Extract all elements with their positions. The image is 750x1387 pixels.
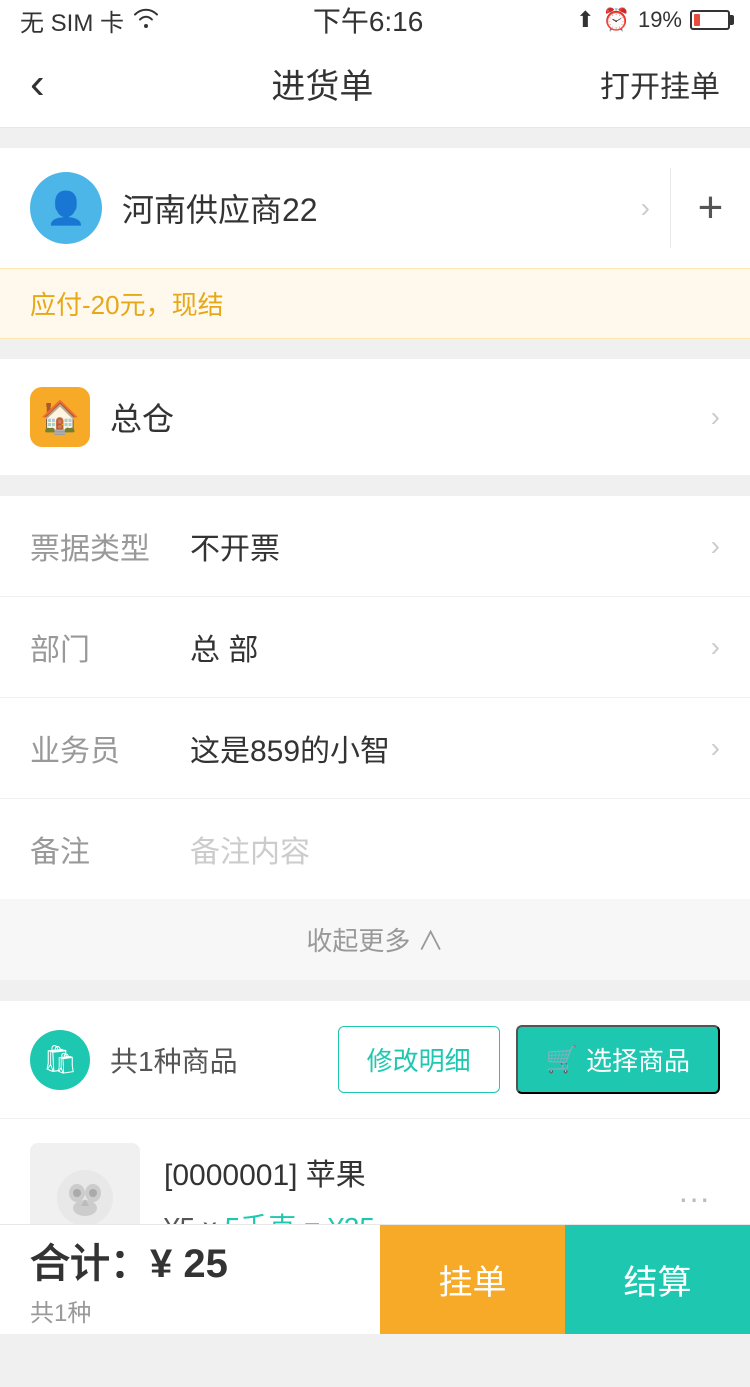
supplier-icon: 👤 <box>46 189 86 227</box>
status-bar: 无 SIM 卡 下午6:16 ⬆ ⏰ 19% <box>0 0 750 40</box>
warehouse-name: 总仓 <box>110 394 711 440</box>
section-gap-1 <box>0 128 750 148</box>
total-count: 共1种 <box>30 1293 350 1328</box>
product-header: 🛍 共1种商品 修改明细 🛒 选择商品 <box>0 1000 750 1118</box>
warehouse-icon: 🏠 <box>30 387 90 447</box>
supplier-section: 👤 河南供应商22 › + 应付-20元，现结 <box>0 148 750 339</box>
location-icon: ⬆ <box>576 7 594 33</box>
total-amount: 合计：¥ 25 <box>30 1231 350 1289</box>
product-name: [0000001] 苹果 <box>164 1150 668 1194</box>
product-title: 苹果 <box>306 1159 366 1192</box>
battery-percent: 19% <box>638 7 682 33</box>
nav-bar: ‹ 进货单 打开挂单 <box>0 40 750 128</box>
edit-detail-button[interactable]: 修改明细 <box>338 1026 500 1093</box>
product-code: [0000001] <box>164 1159 306 1192</box>
bottom-bar: 合计：¥ 25 共1种 挂单 结算 <box>0 1224 750 1334</box>
alert-text: 应付-20元，现结 <box>30 290 224 320</box>
warehouse-row[interactable]: 🏠 总仓 › <box>0 359 750 476</box>
owl-logo <box>50 1163 120 1233</box>
sales-person-chevron: › <box>711 732 720 764</box>
section-gap-2 <box>0 339 750 359</box>
section-gap-3 <box>0 476 750 496</box>
shop-icon: 🛍 <box>42 1043 78 1076</box>
department-row[interactable]: 部门 总 部 › <box>0 597 750 698</box>
product-more-button[interactable]: ··· <box>668 1170 720 1227</box>
carrier-text: 无 SIM 卡 <box>20 3 124 38</box>
bottom-summary: 合计：¥ 25 共1种 <box>0 1225 380 1334</box>
page-title: 进货单 <box>271 59 373 108</box>
remark-row[interactable]: 备注 备注内容 <box>0 799 750 899</box>
department-chevron: › <box>711 631 720 663</box>
sales-person-label: 业务员 <box>30 726 190 770</box>
time-text: 下午6:16 <box>313 0 424 40</box>
sales-person-value: 这是859的小智 <box>190 726 711 770</box>
section-gap-4 <box>0 980 750 1000</box>
select-product-label: 选择商品 <box>586 1041 690 1078</box>
select-product-icon: 🛒 <box>546 1044 578 1075</box>
total-value: ¥ 25 <box>150 1242 228 1286</box>
wifi-icon <box>132 6 160 35</box>
invoice-type-label: 票据类型 <box>30 524 190 568</box>
total-label: 合计： <box>30 1242 150 1286</box>
supplier-avatar: 👤 <box>30 172 102 244</box>
product-count: 共1种商品 <box>110 1040 338 1080</box>
alarm-icon: ⏰ <box>603 7 630 33</box>
select-product-button[interactable]: 🛒 选择商品 <box>516 1025 720 1094</box>
invoice-type-row[interactable]: 票据类型 不开票 › <box>0 496 750 597</box>
collapse-button[interactable]: 收起更多 ∧ <box>0 899 750 980</box>
status-right: ⬆ ⏰ 19% <box>576 7 730 33</box>
suspend-button[interactable]: 挂单 <box>380 1225 565 1334</box>
open-suspend-button[interactable]: 打开挂单 <box>600 62 720 106</box>
department-value: 总 部 <box>190 625 711 669</box>
supplier-row[interactable]: 👤 河南供应商22 › + <box>0 148 750 268</box>
product-section-icon: 🛍 <box>30 1030 90 1090</box>
checkout-button[interactable]: 结算 <box>565 1225 750 1334</box>
invoice-type-chevron: › <box>711 530 720 562</box>
sales-person-row[interactable]: 业务员 这是859的小智 › <box>0 698 750 799</box>
supplier-name: 河南供应商22 <box>122 192 318 228</box>
add-supplier-button[interactable]: + <box>670 168 750 248</box>
back-button[interactable]: ‹ <box>30 59 45 109</box>
supplier-chevron: › <box>641 192 650 224</box>
remark-label: 备注 <box>30 827 190 871</box>
status-left: 无 SIM 卡 <box>20 3 160 38</box>
supplier-info: 河南供应商22 <box>122 185 641 231</box>
remark-placeholder: 备注内容 <box>190 827 720 871</box>
supplier-alert: 应付-20元，现结 <box>0 268 750 339</box>
invoice-type-value: 不开票 <box>190 524 711 568</box>
warehouse-chevron: › <box>711 401 720 433</box>
battery-icon <box>690 10 730 30</box>
department-label: 部门 <box>30 625 190 669</box>
